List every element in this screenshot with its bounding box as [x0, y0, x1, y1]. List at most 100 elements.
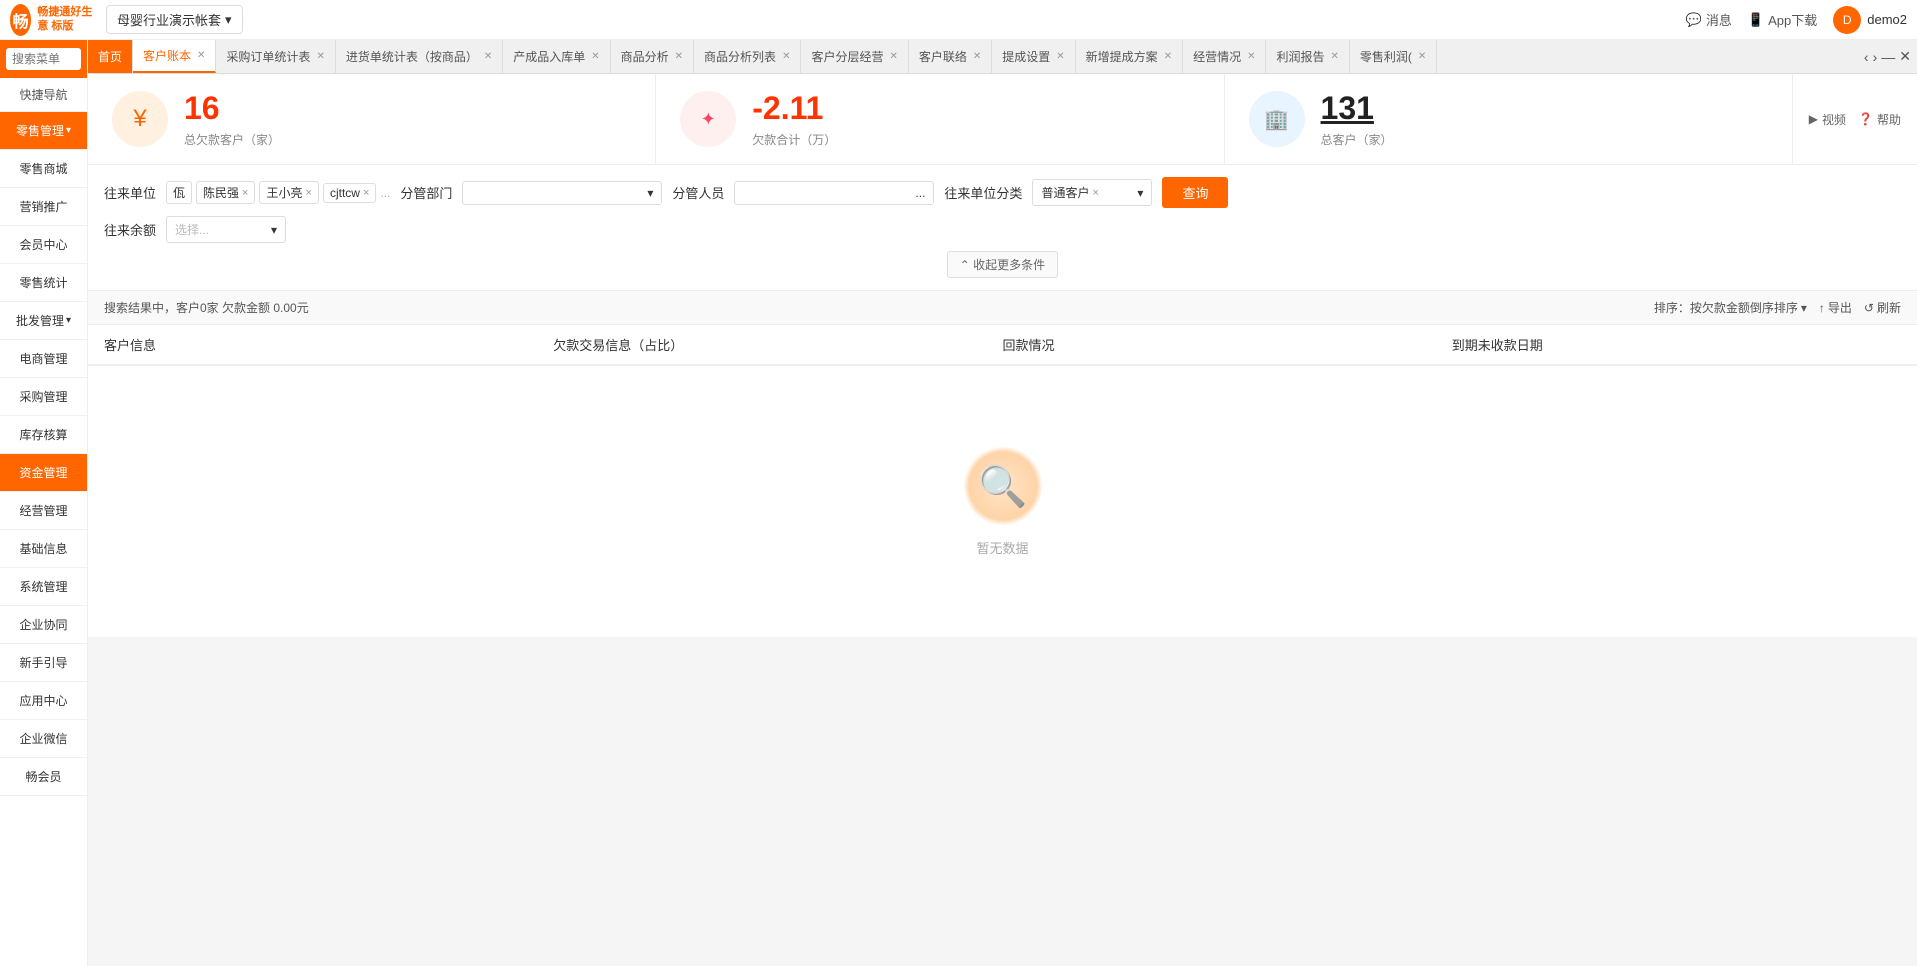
tab-stock-stats-label: 进货单统计表（按商品） — [346, 48, 478, 65]
empty-icon: 🔍 — [963, 446, 1043, 526]
store-selector-arrow: ▾ — [225, 12, 232, 28]
tab-new-promotion[interactable]: 新增提成方案 ✕ — [1076, 40, 1183, 73]
tab-purchase-order[interactable]: 采购订单统计表 ✕ — [216, 40, 335, 73]
video-action[interactable]: ▶ 视频 — [1809, 111, 1846, 128]
tab-business-status[interactable]: 经营情况 ✕ — [1183, 40, 1266, 73]
tab-customer-segmentation[interactable]: 客户分层经营 ✕ — [801, 40, 908, 73]
sidebar-item-finance-mgmt[interactable]: 资金管理 — [0, 454, 87, 492]
sidebar-item-ecommerce-mgmt[interactable]: 电商管理 — [0, 340, 87, 378]
user-area[interactable]: D demo2 — [1833, 6, 1907, 34]
tab-customer-contact-close[interactable]: ✕ — [973, 51, 981, 62]
app-download-button[interactable]: 📱 App下载 — [1748, 10, 1817, 29]
tab-customer-account-close[interactable]: ✕ — [197, 50, 205, 61]
filter-person-input[interactable]: ... — [734, 181, 934, 205]
tab-product-analysis-label: 商品分析 — [621, 48, 669, 65]
tab-profit-report-close[interactable]: ✕ — [1331, 51, 1339, 62]
filter-category-select[interactable]: 普通客户 × ▾ — [1032, 179, 1152, 206]
collapse-filter-button[interactable]: ⌃ 收起更多条件 — [947, 251, 1058, 278]
finance-mgmt-label: 资金管理 — [19, 466, 67, 480]
th-customer-info: 客户信息 — [104, 335, 553, 354]
sidebar-item-basic-info[interactable]: 基础信息 — [0, 530, 87, 568]
sidebar-item-inventory[interactable]: 库存核算 — [0, 416, 87, 454]
sidebar-item-enterprise[interactable]: 企业协同 — [0, 606, 87, 644]
main-content: ¥ 16 总欠款客户（家） ✦ -2.11 欠款合计（万） 🏢 131 总客户（… — [88, 74, 1917, 966]
message-icon: 💬 — [1686, 12, 1702, 28]
tab-business-status-close[interactable]: ✕ — [1247, 51, 1255, 62]
app-download-label: App下载 — [1768, 10, 1817, 29]
retail-mall-label: 零售商城 — [19, 162, 67, 176]
sidebar-item-business-mgmt[interactable]: 经营管理 — [0, 492, 87, 530]
tab-next-button[interactable]: › — [1873, 49, 1878, 65]
tag-cjttcw-remove[interactable]: × — [363, 187, 369, 199]
export-label: 导出 — [1828, 299, 1852, 316]
tab-close-all-button[interactable]: ✕ — [1899, 48, 1911, 65]
tab-product-analysis-list[interactable]: 商品分析列表 ✕ — [694, 40, 801, 73]
store-selector[interactable]: 母婴行业演示帐套 ▾ — [106, 5, 243, 34]
search-input[interactable] — [6, 48, 81, 70]
marketing-label: 营销推广 — [19, 200, 67, 214]
tab-customer-contact[interactable]: 客户联络 ✕ — [909, 40, 992, 73]
credit-customers-label: 总欠款客户（家） — [184, 131, 280, 148]
tab-stock-stats-close[interactable]: ✕ — [484, 51, 492, 62]
tab-customer-account[interactable]: 客户账本 ✕ — [133, 40, 216, 73]
tab-purchase-order-close[interactable]: ✕ — [316, 51, 324, 62]
sidebar-item-beginner[interactable]: 新手引导 — [0, 644, 87, 682]
tab-minimize-button[interactable]: — — [1881, 49, 1895, 65]
tag-jia-text: 佤 — [173, 184, 185, 201]
tab-stock-stats[interactable]: 进货单统计表（按商品） ✕ — [336, 40, 503, 73]
sidebar-item-vip[interactable]: 畅会员 — [0, 758, 87, 796]
tag-chen-remove[interactable]: × — [242, 187, 248, 199]
sort-label: 排序：按欠款金额倒序排序 — [1654, 299, 1798, 316]
sidebar-item-wholesale-mgmt[interactable]: 批发管理 ▾ — [0, 302, 87, 340]
category-arrow: ▾ — [1137, 186, 1143, 200]
tab-product-analysis-close[interactable]: ✕ — [675, 51, 683, 62]
total-debt-icon-area: ✦ — [680, 91, 736, 147]
chevron-down-icon-2: ▾ — [66, 315, 71, 326]
sidebar-item-app-center[interactable]: 应用中心 — [0, 682, 87, 720]
tab-retail-profit[interactable]: 零售利润( ✕ — [1350, 40, 1437, 73]
sidebar-item-retail-mgmt[interactable]: 零售管理 ▾ — [0, 112, 87, 150]
filter-dept-select[interactable]: ▾ — [462, 181, 662, 205]
category-tag-remove[interactable]: × — [1092, 187, 1098, 199]
sidebar-item-member-center[interactable]: 会员中心 — [0, 226, 87, 264]
sidebar-quick-nav[interactable]: 快捷导航 — [0, 78, 87, 112]
filter-label-unit: 往来单位 — [104, 183, 156, 202]
tag-wang-remove[interactable]: × — [306, 187, 312, 199]
tab-prev-button[interactable]: ‹ — [1864, 49, 1869, 65]
tab-new-promotion-close[interactable]: ✕ — [1164, 51, 1172, 62]
empty-text: 暂无数据 — [976, 538, 1028, 557]
sidebar-item-purchase-mgmt[interactable]: 采购管理 — [0, 378, 87, 416]
tab-retail-profit-close[interactable]: ✕ — [1418, 51, 1426, 62]
sidebar-item-marketing[interactable]: 营销推广 — [0, 188, 87, 226]
tab-product-inbound[interactable]: 产成品入库单 ✕ — [503, 40, 610, 73]
tab-profit-report[interactable]: 利润报告 ✕ — [1266, 40, 1349, 73]
search-button[interactable]: 查询 — [1162, 177, 1228, 208]
tab-new-promotion-label: 新增提成方案 — [1086, 48, 1158, 65]
tab-product-analysis[interactable]: 商品分析 ✕ — [611, 40, 694, 73]
filter-balance-select[interactable]: 选择... ▾ — [166, 216, 286, 243]
sort-select[interactable]: 排序：按欠款金额倒序排序 ▾ — [1654, 299, 1807, 316]
ecommerce-mgmt-label: 电商管理 — [19, 352, 67, 366]
filter-more-units[interactable]: ... — [380, 186, 390, 200]
sidebar-item-retail-stats[interactable]: 零售统计 — [0, 264, 87, 302]
refresh-button[interactable]: ↺ 刷新 — [1864, 299, 1901, 316]
tab-product-inbound-close[interactable]: ✕ — [591, 51, 599, 62]
tab-home[interactable]: 首页 — [88, 40, 133, 73]
tab-promotion-settings-close[interactable]: ✕ — [1056, 51, 1064, 62]
th-debt-info: 欠款交易信息（占比） — [553, 335, 1002, 354]
sidebar-item-system-mgmt[interactable]: 系统管理 — [0, 568, 87, 606]
retail-stats-label: 零售统计 — [19, 276, 67, 290]
tab-product-analysis-list-close[interactable]: ✕ — [782, 51, 790, 62]
filter-label-dept: 分管部门 — [400, 183, 452, 202]
results-actions: 排序：按欠款金额倒序排序 ▾ ↑ 导出 ↺ 刷新 — [1654, 299, 1901, 316]
avatar: D — [1833, 6, 1861, 34]
tab-customer-segmentation-close[interactable]: ✕ — [889, 51, 897, 62]
tab-promotion-settings[interactable]: 提成设置 ✕ — [992, 40, 1075, 73]
member-center-label: 会员中心 — [19, 238, 67, 252]
help-action[interactable]: ❓ 帮助 — [1858, 111, 1901, 128]
tag-wang-text: 王小亮 — [266, 184, 302, 201]
sidebar-item-retail-mall[interactable]: 零售商城 — [0, 150, 87, 188]
message-button[interactable]: 💬 消息 — [1686, 10, 1732, 29]
sidebar-item-wechat[interactable]: 企业微信 — [0, 720, 87, 758]
export-button[interactable]: ↑ 导出 — [1819, 299, 1852, 316]
